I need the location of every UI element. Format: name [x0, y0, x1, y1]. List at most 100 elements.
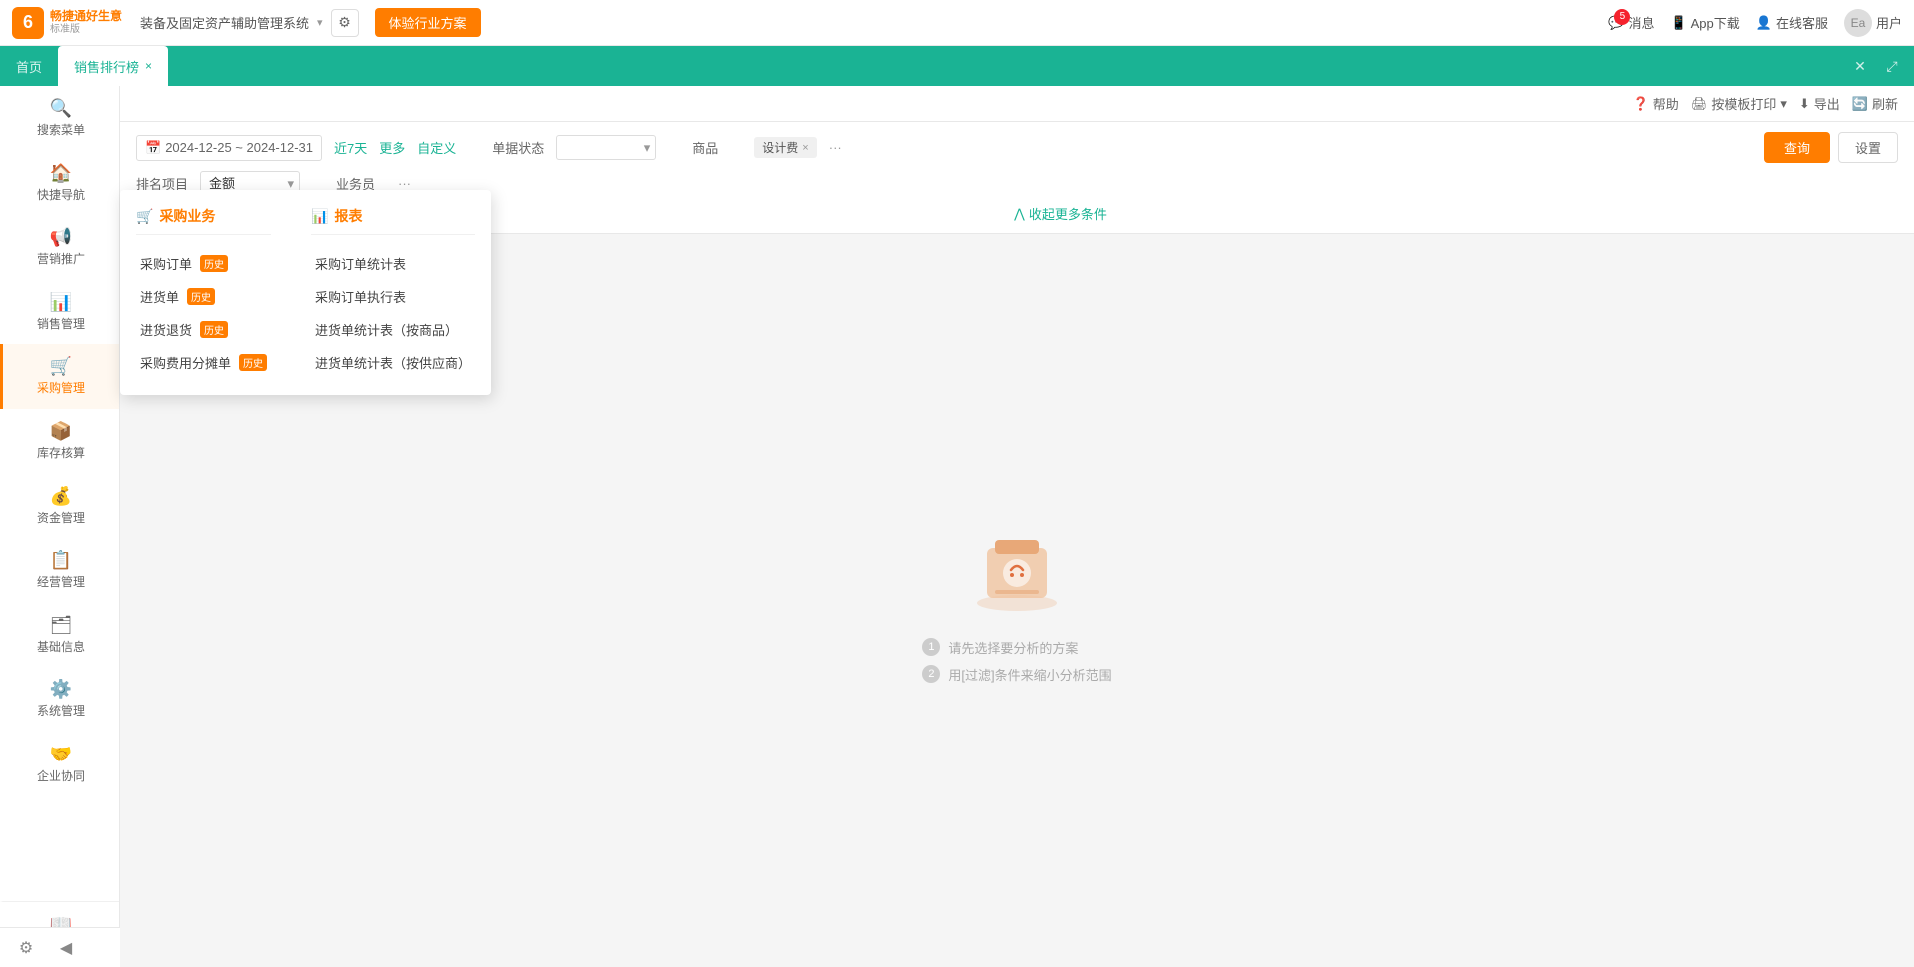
sales-icon: 📊 — [50, 292, 72, 313]
notification-badge: 5 — [1614, 9, 1630, 25]
system-title-dropdown-icon[interactable]: ▾ — [317, 16, 323, 29]
empty-tip-1: 1 请先选择要分析的方案 — [922, 638, 1111, 657]
more-dates-link[interactable]: 更多 — [379, 138, 405, 157]
online-service-label: 在线客服 — [1776, 13, 1828, 32]
export-label: 导出 — [1814, 94, 1840, 113]
logo-main-text: 畅捷通好生意 — [50, 9, 122, 23]
sidebar-item-enterprise[interactable]: 🤝 企业协同 — [0, 732, 119, 797]
gear-button[interactable]: ⚙ — [331, 9, 359, 37]
search-btn[interactable]: 查询 — [1764, 132, 1830, 163]
refresh-btn[interactable]: 🔄 刷新 — [1852, 94, 1898, 113]
sidebar-item-sales[interactable]: 📊 销售管理 — [0, 280, 119, 345]
sidebar-item-base-info[interactable]: 🗂 基础信息 — [0, 603, 119, 668]
top-header: 6 畅捷通好生意 标准版 装备及固定资产辅助管理系统 ▾ ⚙ 体验行业方案 💬 … — [0, 0, 1914, 46]
sidebar-item-quick-nav[interactable]: 🏠 快捷导航 — [0, 151, 119, 216]
export-btn[interactable]: ⬇ 导出 — [1799, 94, 1840, 113]
search-icon: 🔍 — [50, 98, 72, 119]
filter-row-1: 📅 2024-12-25 ~ 2024-12-31 近7天 更多 自定义 单据状… — [136, 132, 1898, 163]
tab-bar: 首页 销售排行榜 × ✕ ⤢ — [0, 46, 1914, 86]
tab-sales-ranking-close[interactable]: × — [145, 59, 152, 73]
header-right: 💬 5 消息 📱 App下载 👤 在线客服 Ea 用户 — [1608, 9, 1902, 37]
user-label: 用户 — [1876, 13, 1902, 32]
days-7-link[interactable]: 近7天 — [334, 138, 367, 157]
sidebar-label-finance: 资金管理 — [37, 511, 85, 527]
tab-sales-ranking-label: 销售排行榜 — [74, 57, 139, 76]
tip-num-2: 2 — [922, 665, 940, 683]
bottom-bar: ⚙ ◀ — [0, 927, 120, 967]
home-icon: 🏠 — [50, 163, 72, 184]
calendar-icon: 📅 — [145, 140, 161, 156]
service-icon: 👤 — [1756, 15, 1772, 31]
inventory-icon: 📦 — [50, 421, 72, 442]
sidebar-label-purchase: 采购管理 — [37, 381, 85, 397]
user-item[interactable]: Ea 用户 — [1844, 9, 1902, 37]
date-range-picker[interactable]: 📅 2024-12-25 ~ 2024-12-31 — [136, 135, 322, 161]
sidebar-label-search: 搜索菜单 — [37, 123, 85, 139]
logo-area: 6 畅捷通好生意 标准版 — [12, 7, 132, 39]
logo-symbol: 6 — [23, 12, 33, 33]
tab-sales-ranking[interactable]: 销售排行榜 × — [58, 46, 168, 86]
collapse-btn[interactable]: ⋀ 收起更多条件 — [1014, 204, 1107, 223]
purchase-icon: 🛒 — [50, 356, 72, 377]
online-service-item[interactable]: 👤 在线客服 — [1756, 13, 1828, 32]
collapse-label: 收起更多条件 — [1029, 204, 1107, 223]
tab-fullscreen-btn[interactable]: ⤢ — [1878, 52, 1906, 80]
sidebar: 🔍 搜索菜单 🏠 快捷导航 📢 营销推广 📊 销售管理 🛒 采购管理 📦 库存核… — [0, 86, 120, 967]
sidebar-label-operations: 经营管理 — [37, 575, 85, 591]
bottom-settings-btn[interactable]: ⚙ — [12, 934, 40, 962]
help-label: 帮助 — [1653, 94, 1679, 113]
export-icon: ⬇ — [1799, 96, 1810, 112]
sidebar-item-marketing[interactable]: 📢 营销推广 — [0, 215, 119, 280]
collapse-icon: ⋀ — [1014, 206, 1025, 222]
sidebar-item-finance[interactable]: 💰 资金管理 — [0, 474, 119, 539]
app-download-item[interactable]: 📱 App下载 — [1670, 13, 1739, 32]
logo-text-area: 畅捷通好生意 标准版 — [50, 9, 122, 35]
main-layout: 🔍 搜索菜单 🏠 快捷导航 📢 营销推广 📊 销售管理 🛒 采购管理 📦 库存核… — [0, 86, 1914, 967]
goods-tag-close[interactable]: × — [802, 142, 808, 154]
notification-label: 消息 — [1628, 13, 1654, 32]
sidebar-item-inventory[interactable]: 📦 库存核算 — [0, 409, 119, 474]
sidebar-item-purchase[interactable]: 🛒 采购管理 — [0, 344, 119, 409]
empty-tips: 1 请先选择要分析的方案 2 用[过滤]条件来缩小分析范围 — [922, 638, 1111, 684]
logo-sub-text: 标准版 — [50, 24, 122, 36]
notification-item[interactable]: 💬 5 消息 — [1608, 13, 1654, 32]
sidebar-item-sys-mgmt[interactable]: ⚙️ 系统管理 — [0, 667, 119, 732]
goods-more-btn[interactable]: ··· — [829, 140, 842, 155]
tab-home[interactable]: 首页 — [0, 46, 58, 86]
sidebar-label-inventory: 库存核算 — [37, 446, 85, 462]
finance-icon: 💰 — [50, 486, 72, 507]
sidebar-label-enterprise: 企业协同 — [37, 769, 85, 785]
custom-dates-link[interactable]: 自定义 — [417, 138, 456, 157]
goods-tag: 设计费 × — [754, 137, 816, 158]
marketing-icon: 📢 — [50, 227, 72, 248]
help-btn[interactable]: ❓ 帮助 — [1633, 94, 1679, 113]
phone-icon: 📱 — [1670, 15, 1686, 31]
sidebar-item-search-menu[interactable]: 🔍 搜索菜单 — [0, 86, 119, 151]
notification-icon-wrap: 💬 5 — [1608, 15, 1624, 31]
system-title: 装备及固定资产辅助管理系统 — [140, 13, 309, 32]
system-title-area: 装备及固定资产辅助管理系统 ▾ ⚙ 体验行业方案 — [140, 8, 481, 37]
bottom-collapse-btn[interactable]: ◀ — [52, 934, 80, 962]
settings-btn[interactable]: 设置 — [1838, 132, 1898, 163]
refresh-icon: 🔄 — [1852, 96, 1868, 112]
salesperson-more-btn[interactable]: ··· — [398, 176, 411, 191]
print-dropdown-icon[interactable]: ▾ — [1780, 96, 1787, 112]
operations-icon: 📋 — [50, 550, 72, 571]
logo-icon: 6 — [12, 7, 44, 39]
industry-btn[interactable]: 体验行业方案 — [375, 8, 481, 37]
tip-text-2: 用[过滤]条件来缩小分析范围 — [948, 665, 1111, 684]
doc-status-label: 单据状态 — [492, 138, 544, 157]
toolbar: ❓ 帮助 🖨 按模板打印 ▾ ⬇ 导出 🔄 刷新 — [120, 86, 1914, 122]
app-download-label: App下载 — [1691, 13, 1740, 32]
tab-home-label: 首页 — [16, 57, 42, 76]
print-label: 按模板打印 — [1711, 94, 1776, 113]
sidebar-label-quick-nav: 快捷导航 — [37, 188, 85, 204]
sys-mgmt-icon: ⚙️ — [50, 679, 72, 700]
doc-status-select[interactable] — [556, 135, 656, 160]
print-btn[interactable]: 🖨 按模板打印 ▾ — [1691, 94, 1787, 113]
tab-close-all-btn[interactable]: ✕ — [1846, 52, 1874, 80]
tip-text-1: 请先选择要分析的方案 — [948, 638, 1078, 657]
base-info-icon: 🗂 — [50, 615, 73, 636]
help-icon: ❓ — [1633, 96, 1649, 112]
sidebar-item-operations[interactable]: 📋 经营管理 — [0, 538, 119, 603]
